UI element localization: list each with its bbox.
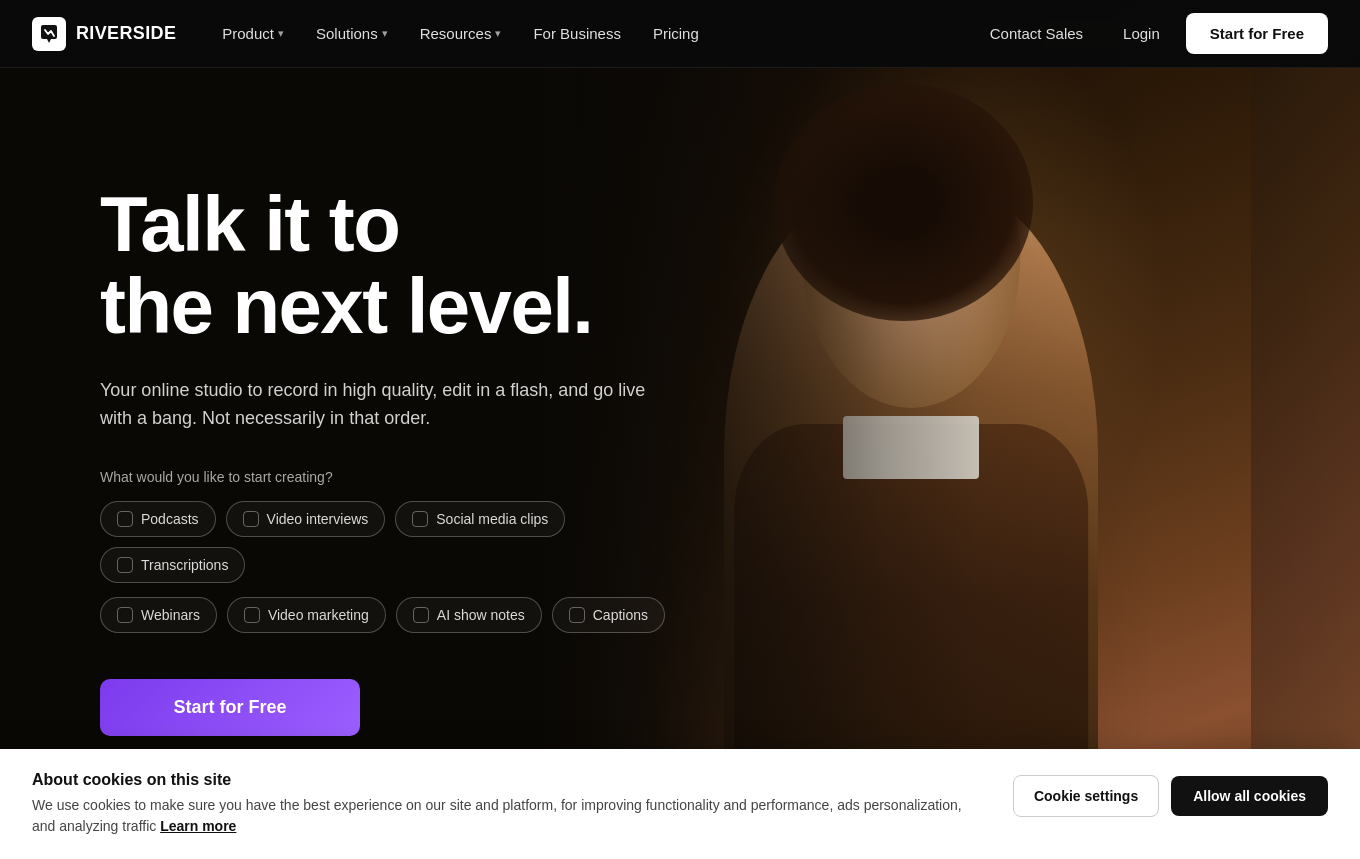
nav-item-pricing[interactable]: Pricing — [639, 17, 713, 50]
hero-content: Talk it to the next level. Your online s… — [0, 68, 720, 859]
logo-text: RIVERSIDE — [76, 23, 176, 44]
chip-checkbox-webinars — [117, 607, 133, 623]
cookie-body: We use cookies to make sure you have the… — [32, 795, 989, 837]
create-question: What would you like to start creating? — [100, 469, 672, 485]
chevron-down-icon: ▾ — [382, 27, 388, 40]
chip-captions[interactable]: Captions — [552, 597, 665, 633]
allow-all-cookies-button[interactable]: Allow all cookies — [1171, 776, 1328, 816]
cookie-banner: About cookies on this site We use cookie… — [0, 749, 1360, 859]
chips-row-2: Webinars Video marketing AI show notes C… — [100, 597, 672, 633]
logo[interactable]: RIVERSIDE — [32, 17, 176, 51]
hero-start-for-free-button[interactable]: Start for Free — [100, 679, 360, 736]
chip-transcriptions[interactable]: Transcriptions — [100, 547, 245, 583]
login-link[interactable]: Login — [1109, 17, 1174, 50]
chip-checkbox-captions — [569, 607, 585, 623]
chip-webinars[interactable]: Webinars — [100, 597, 217, 633]
nav-links: Product ▾ Solutions ▾ Resources ▾ For Bu… — [208, 17, 713, 50]
nav-item-solutions[interactable]: Solutions ▾ — [302, 17, 402, 50]
hero-subtitle: Your online studio to record in high qua… — [100, 376, 672, 434]
cookie-settings-button[interactable]: Cookie settings — [1013, 775, 1159, 817]
hero-title: Talk it to the next level. — [100, 184, 672, 348]
cookie-title: About cookies on this site — [32, 771, 989, 789]
nav-start-for-free-button[interactable]: Start for Free — [1186, 13, 1328, 54]
nav-right: Contact Sales Login Start for Free — [976, 13, 1328, 54]
navbar: RIVERSIDE Product ▾ Solutions ▾ Resource… — [0, 0, 1360, 68]
nav-item-resources[interactable]: Resources ▾ — [406, 17, 516, 50]
cookie-actions: Cookie settings Allow all cookies — [1013, 775, 1328, 817]
chip-checkbox-transcriptions — [117, 557, 133, 573]
hero-section: Talk it to the next level. Your online s… — [0, 0, 1360, 859]
chevron-down-icon: ▾ — [495, 27, 501, 40]
chip-checkbox-video-interviews — [243, 511, 259, 527]
cookie-learn-more-link[interactable]: Learn more — [160, 818, 236, 834]
chip-checkbox-ai-show-notes — [413, 607, 429, 623]
nav-item-for-business[interactable]: For Business — [519, 17, 635, 50]
chip-checkbox-social-media-clips — [412, 511, 428, 527]
chip-social-media-clips[interactable]: Social media clips — [395, 501, 565, 537]
nav-item-product[interactable]: Product ▾ — [208, 17, 298, 50]
chip-podcasts[interactable]: Podcasts — [100, 501, 216, 537]
logo-icon — [32, 17, 66, 51]
nav-left: RIVERSIDE Product ▾ Solutions ▾ Resource… — [32, 17, 713, 51]
chip-video-interviews[interactable]: Video interviews — [226, 501, 386, 537]
contact-sales-link[interactable]: Contact Sales — [976, 17, 1097, 50]
chevron-down-icon: ▾ — [278, 27, 284, 40]
chips-row-1: Podcasts Video interviews Social media c… — [100, 501, 672, 583]
chip-ai-show-notes[interactable]: AI show notes — [396, 597, 542, 633]
chip-checkbox-podcasts — [117, 511, 133, 527]
chip-checkbox-video-marketing — [244, 607, 260, 623]
cookie-text-block: About cookies on this site We use cookie… — [32, 771, 989, 837]
chip-video-marketing[interactable]: Video marketing — [227, 597, 386, 633]
